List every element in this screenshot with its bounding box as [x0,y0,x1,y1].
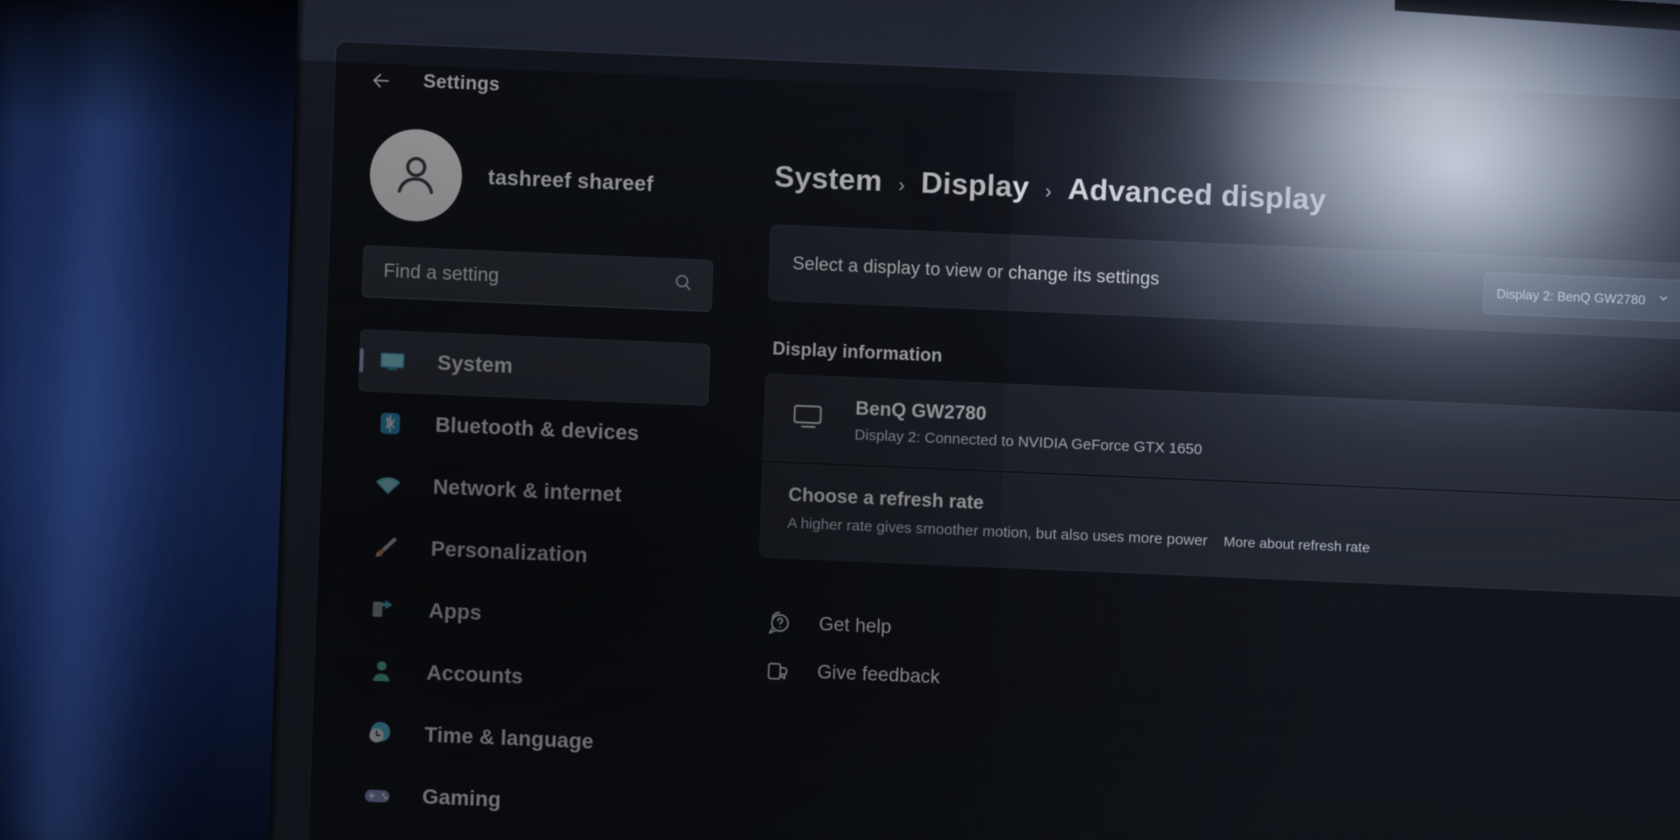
more-about-refresh-rate-link[interactable]: More about refresh rate [1223,533,1370,555]
system-icon [375,344,410,379]
apps-icon [366,592,401,627]
give-feedback-label: Give feedback [816,662,941,689]
app-title: Settings [422,71,501,96]
feedback-icon [765,658,792,685]
sidebar-item-label: System [437,351,514,378]
avatar [368,127,464,224]
arrow-left-icon [369,68,394,93]
footer-links: Get help Give feedback [765,610,1680,724]
select-display-label: Select a display to view or change its s… [792,252,1160,289]
person-avatar-icon [389,148,443,202]
accounts-person-icon [364,654,399,689]
sidebar-item-label: Personalization [430,537,589,568]
breadcrumb-item-display[interactable]: Display [920,167,1029,206]
content-pane: System › Display › Advanced display Sele… [704,133,1680,840]
breadcrumb-separator: › [1044,180,1053,204]
display-select-dropdown[interactable]: Display 2: BenQ GW2780 [1482,271,1680,323]
sidebar-item-label: Network & internet [432,475,622,507]
search-box[interactable] [361,245,714,313]
account-name: tashreef shareef [487,166,654,197]
chevron-down-icon [1657,291,1670,310]
breadcrumb-item-system[interactable]: System [774,160,883,199]
wifi-icon [370,468,405,503]
sidebar-item-label: Apps [428,599,483,625]
help-icon [766,610,793,637]
breadcrumb: System › Display › Advanced display [774,160,1680,234]
monitor-icon [790,400,827,439]
search-input[interactable] [381,259,673,297]
sidebar-item-label: Accounts [426,661,524,689]
search-icon [672,271,694,298]
monitor-screen: Settings tashreef shareef Find a setting… [264,0,1680,840]
sidebar: tashreef shareef Find a setting System B… [304,116,734,840]
settings-window: Settings tashreef shareef Find a setting… [303,41,1680,840]
screenshot-root: Settings tashreef shareef Find a setting… [0,0,1680,840]
select-display-row: Select a display to view or change its s… [768,224,1680,341]
sidebar-item-label: Gaming [421,785,502,812]
gaming-icon [360,778,395,813]
sidebar-item-label: Bluetooth & devices [434,413,640,446]
bluetooth-icon [373,406,408,441]
breadcrumb-separator: › [897,174,906,198]
refresh-rate-title: Choose a refresh rate [787,484,985,514]
paintbrush-icon [368,530,403,565]
get-help-label: Get help [818,614,892,639]
back-button[interactable] [361,63,402,99]
breadcrumb-item-advanced-display: Advanced display [1067,172,1327,217]
clock-icon [362,716,397,751]
account-tile[interactable]: tashreef shareef [364,127,717,234]
sidebar-item-label: Time & language [424,723,594,754]
display-select-value: Display 2: BenQ GW2780 [1496,285,1646,308]
sidebar-nav: System Bluetooth & devices Network & int… [343,329,711,840]
